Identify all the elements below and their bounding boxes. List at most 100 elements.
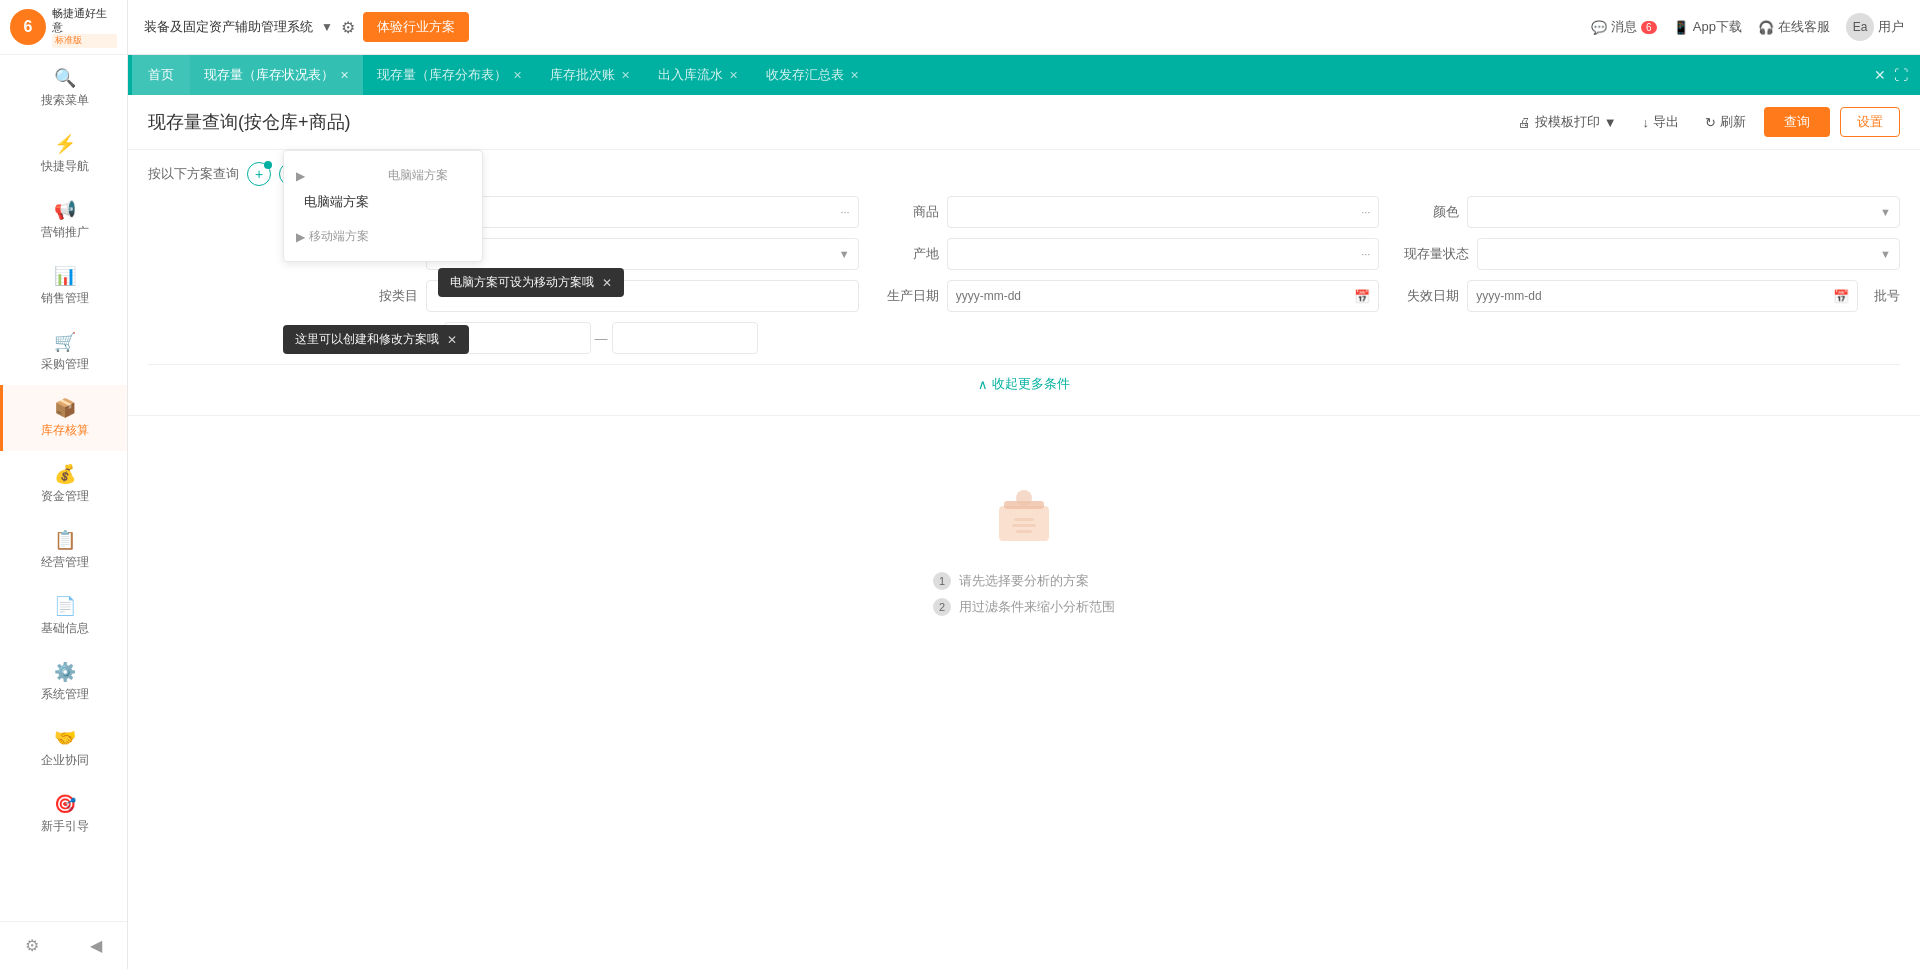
print-btn[interactable]: 🖨 按模板打印 ▼ [1510,109,1625,135]
purchase-icon: 🛒 [54,331,76,353]
origin-select[interactable]: ··· [947,238,1380,270]
system-icon: ⚙️ [54,661,76,683]
quick-icon: ⚡ [54,133,76,155]
tab-close-stock-batch[interactable]: ✕ [621,69,630,82]
refresh-btn[interactable]: ↻ 刷新 [1697,109,1754,135]
pc-scheme-section: ▶ ▶ 电脑端方案 电脑端方案 电脑端方案 [284,159,482,220]
tab-bar-right: ✕ ⛶ [1874,67,1916,83]
sidebar-item-collab[interactable]: 🤝 企业协同 [0,715,127,781]
industry-btn[interactable]: 体验行业方案 [363,12,469,42]
pc-scheme-toggle[interactable]: ▶ ▶ 电脑端方案 电脑端方案 [284,163,482,188]
tab-summary[interactable]: 收发存汇总表 ✕ [752,55,873,95]
set-btn[interactable]: 设置 [1840,107,1900,137]
batch-label: 批号 [1874,287,1900,305]
system-name: 装备及固定资产辅助管理系统 [144,18,313,36]
guide-icon: 🎯 [54,793,76,815]
print-dropdown-icon: ▼ [1604,115,1617,130]
size-select[interactable]: ▼ [426,238,859,270]
stockqty-max-input[interactable] [612,322,759,354]
avatar: Ea [1846,13,1874,41]
page-title: 现存量查询(按仓库+商品) [148,110,351,134]
sidebar-item-purchase[interactable]: 🛒 采购管理 [0,319,127,385]
stock-status-select[interactable]: ▼ [1477,238,1900,270]
tab-close-stock-dist[interactable]: ✕ [513,69,522,82]
search-btn[interactable]: 查询 [1764,107,1830,137]
pc-scheme-item[interactable]: 电脑端方案 [284,188,482,216]
tab-close-stock-status[interactable]: ✕ [340,69,349,82]
tooltip-pc: 电脑方案可设为移动方案哦 ✕ [438,268,624,297]
expiredate-input[interactable]: 📅 [1467,280,1858,312]
proddate-input[interactable]: 📅 [947,280,1380,312]
sidebar-collapse-btn[interactable]: ◀ [84,930,108,961]
collapse-more-btn[interactable]: ∧ 收起更多条件 [148,364,1900,403]
calendar-icon-expire: 📅 [1833,289,1849,304]
color-select[interactable]: ▼ [1467,196,1900,228]
content-area: 现存量查询(按仓库+商品) 🖨 按模板打印 ▼ ↓ 导出 ↻ 刷新 [128,95,1920,969]
user-btn[interactable]: Ea 用户 [1846,13,1904,41]
product2-select-arrow: ··· [1361,206,1370,218]
tab-flow[interactable]: 出入库流水 ✕ [644,55,752,95]
main-area: 装备及固定资产辅助管理系统 ▼ ⚙ 体验行业方案 💬 消息 6 📱 App下载 … [128,0,1920,969]
tab-stock-status[interactable]: 现存量（库存状况表） ✕ [190,55,363,95]
tab-stock-dist[interactable]: 现存量（库存分布表） ✕ [363,55,536,95]
sidebar-item-marketing[interactable]: 📢 营销推广 [0,187,127,253]
online-service-btn[interactable]: 🎧 在线客服 [1758,18,1830,36]
finance-icon: 💰 [54,463,76,485]
filter-add-btn[interactable]: + [247,162,271,186]
sidebar-item-guide[interactable]: 🎯 新手引导 [0,781,127,847]
export-btn[interactable]: ↓ 导出 [1635,109,1688,135]
tooltip-create-close[interactable]: ✕ [447,333,457,347]
marketing-icon: 📢 [54,199,76,221]
product2-select[interactable]: ··· [947,196,1380,228]
proddate-text[interactable] [956,289,1351,303]
empty-tip-1: 1 请先选择要分析的方案 [933,572,1115,590]
origin-label: 产地 [879,245,939,263]
export-icon: ↓ [1643,115,1650,130]
sidebar-item-inventory[interactable]: 📦 库存核算 [0,385,127,451]
mobile-expand-icon: ▶ [296,230,305,244]
filter-area: 按以下方案查询 + ✎ « ▶ [128,150,1920,416]
filter-active-dot [264,161,272,169]
scheme-panel: ▶ ▶ 电脑端方案 电脑端方案 电脑端方案 ▶ 移动端方案 [283,150,483,262]
proddate-label: 生产日期 [879,287,939,305]
tab-home[interactable]: 首页 [132,55,190,95]
refresh-icon: ↻ [1705,115,1716,130]
tab-bar: 首页 现存量（库存状况表） ✕ 现存量（库存分布表） ✕ 库存批次账 ✕ 出入库… [128,55,1920,95]
tab-stock-batch[interactable]: 库存批次账 ✕ [536,55,644,95]
sidebar: 6 畅捷通好生意 标准版 🔍 搜索菜单 ⚡ 快捷导航 📢 营销推广 📊 销售管理… [0,0,128,969]
sidebar-logo: 6 畅捷通好生意 标准版 [0,0,127,55]
collab-icon: 🤝 [54,727,76,749]
phone-icon: 📱 [1673,20,1689,35]
tip-num-2: 2 [933,598,951,616]
filter-expiredate-row: 失效日期 📅 批号 [1399,280,1900,312]
size-select-arrow: ▼ [839,248,850,260]
sidebar-item-basic[interactable]: 📄 基础信息 [0,583,127,649]
logo-icon: 6 [10,9,46,45]
filter-origin-row: 产地 ··· [879,238,1380,270]
sidebar-settings-btn[interactable]: ⚙ [19,930,45,961]
expiredate-text[interactable] [1476,289,1829,303]
tab-close-all-btn[interactable]: ✕ [1874,67,1886,83]
sidebar-item-sales[interactable]: 📊 销售管理 [0,253,127,319]
mobile-scheme-toggle[interactable]: ▶ 移动端方案 [284,224,482,249]
tab-close-summary[interactable]: ✕ [850,69,859,82]
tab-close-flow[interactable]: ✕ [729,69,738,82]
system-dropdown-btn[interactable]: ▼ [321,20,333,34]
msg-btn[interactable]: 💬 消息 6 [1591,18,1657,36]
settings-btn[interactable]: ⚙ [341,18,355,37]
sidebar-item-search[interactable]: 🔍 搜索菜单 [0,55,127,121]
product-select[interactable]: ··· [426,196,859,228]
sales-icon: 📊 [54,265,76,287]
app-download-btn[interactable]: 📱 App下载 [1673,18,1742,36]
empty-tip-2: 2 用过滤条件来缩小分析范围 [933,598,1115,616]
filter-color-row: 颜色 ▼ [1399,196,1900,228]
sidebar-item-quick[interactable]: ⚡ 快捷导航 [0,121,127,187]
sidebar-item-finance[interactable]: 💰 资金管理 [0,451,127,517]
stock-status-label: 现存量状态 [1399,245,1469,263]
sidebar-item-operation[interactable]: 📋 经营管理 [0,517,127,583]
tab-fullscreen-btn[interactable]: ⛶ [1894,67,1908,83]
pc-expand-icon: ▶ [296,169,305,183]
sidebar-item-system[interactable]: ⚙️ 系统管理 [0,649,127,715]
tooltip-pc-close[interactable]: ✕ [602,276,612,290]
sidebar-nav: 🔍 搜索菜单 ⚡ 快捷导航 📢 营销推广 📊 销售管理 🛒 采购管理 📦 库存核… [0,55,127,921]
